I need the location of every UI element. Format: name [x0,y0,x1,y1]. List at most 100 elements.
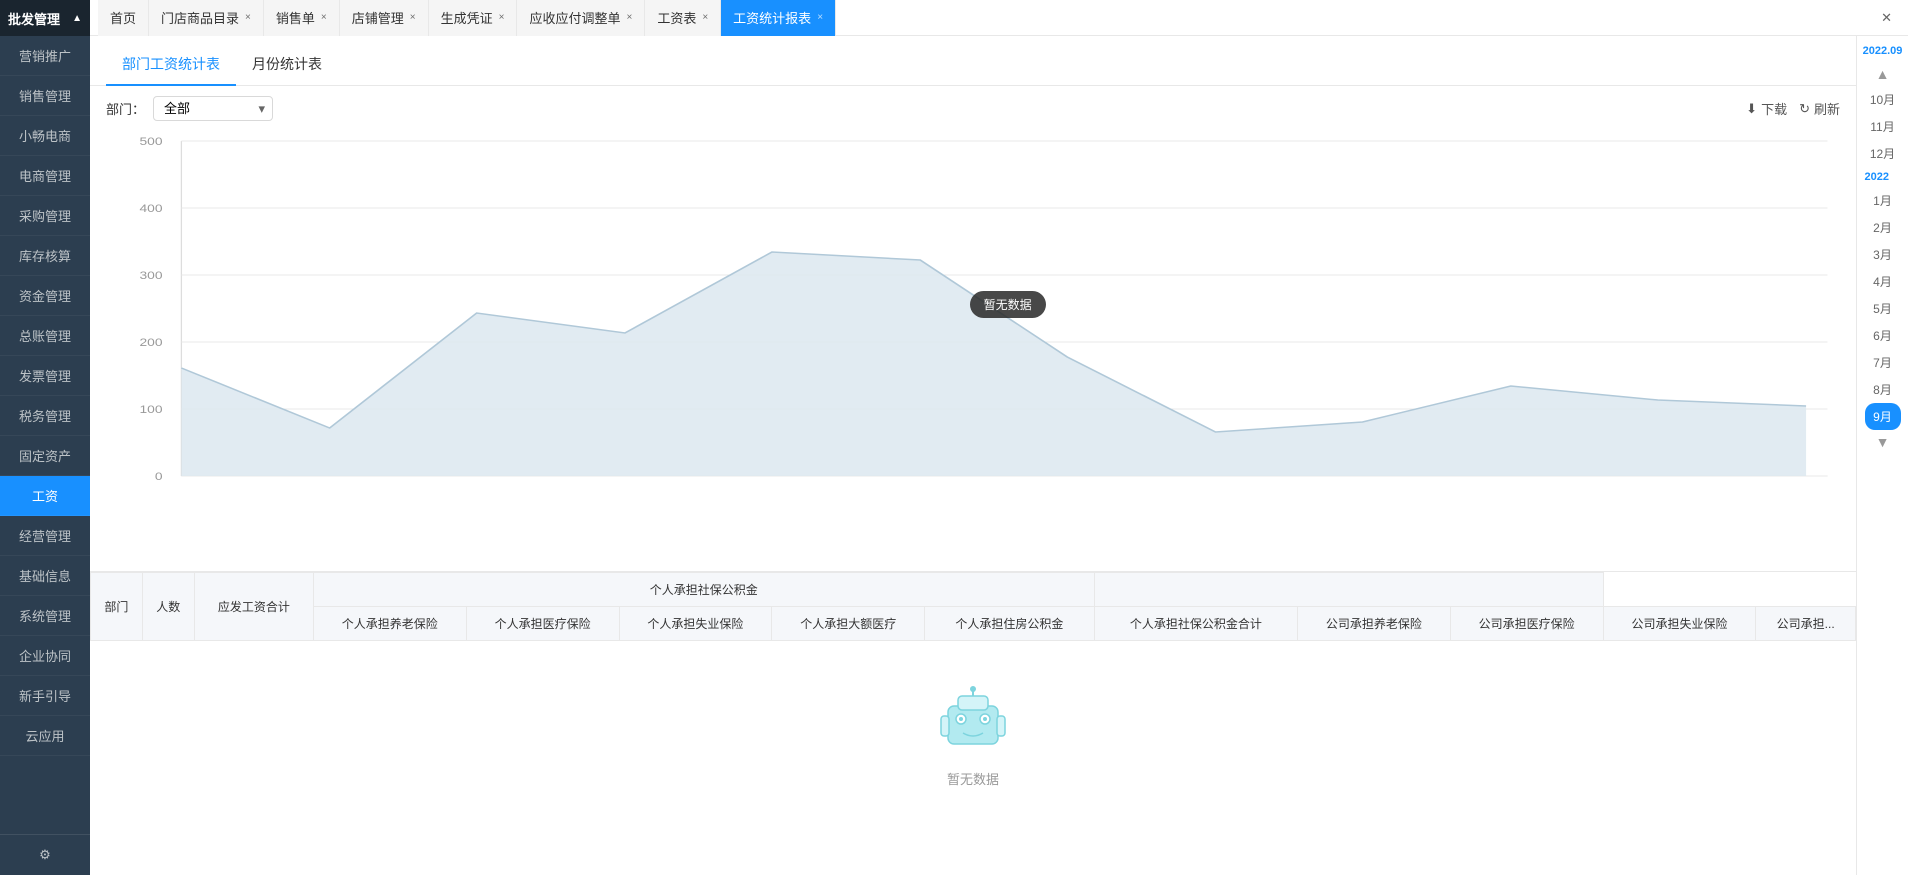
svg-text:100: 100 [139,403,162,415]
timeline-item-4[interactable]: 1月 [1865,187,1901,214]
sidebar-item-8[interactable]: 发票管理 [0,356,90,396]
sidebar-footer[interactable]: ⚙ [0,834,90,875]
sidebar-item-10[interactable]: 固定资产 [0,436,90,476]
tab-2[interactable]: 销售单× [264,0,340,36]
th-personal-housing-fund: 个人承担住房公积金 [925,607,1095,641]
toolbar-right: ⬇ 下载 ↻ 刷新 [1746,99,1840,118]
timeline-item-1[interactable]: 11月 [1865,113,1901,140]
timeline-item-2[interactable]: 12月 [1865,140,1901,167]
sidebar-item-12[interactable]: 经营管理 [0,516,90,556]
chart-area-fill [181,252,1806,476]
th-company-medical: 公司承担医疗保险 [1450,607,1603,641]
timeline-year-3: 2022 [1865,167,1901,187]
tab-3[interactable]: 店铺管理× [340,0,429,36]
sidebar-item-6[interactable]: 资金管理 [0,276,90,316]
tab-0[interactable]: 首页 [98,0,149,36]
chart-svg: 0 100 200 300 400 500 [106,131,1840,511]
close-all-icon: ✕ [1881,10,1892,26]
sidebar-item-14[interactable]: 系统管理 [0,596,90,636]
close-all-button[interactable]: ✕ [1873,6,1900,30]
timeline-item-5[interactable]: 2月 [1865,214,1901,241]
svg-text:500: 500 [139,135,162,147]
sidebar-items: 营销推广销售管理小畅电商电商管理采购管理库存核算资金管理总账管理发票管理税务管理… [0,36,90,756]
table-area[interactable]: 部门 人数 应发工资合计 个人承担社保公积金 个人承担养老保险 个人承担医疗保险… [90,571,1856,875]
sidebar-item-13[interactable]: 基础信息 [0,556,90,596]
table-head: 部门 人数 应发工资合计 个人承担社保公积金 个人承担养老保险 个人承担医疗保险… [91,573,1856,641]
tab-close-icon-2[interactable]: × [321,12,327,23]
timeline-item-9[interactable]: 6月 [1865,322,1901,349]
chart-area: 0 100 200 300 400 500 暂无数据 [90,131,1856,571]
th-personal-medical: 个人承担医疗保险 [466,607,619,641]
sidebar-item-7[interactable]: 总账管理 [0,316,90,356]
tab-5[interactable]: 应收应付调整单× [517,0,645,36]
sidebar-item-1[interactable]: 销售管理 [0,76,90,116]
sidebar-item-15[interactable]: 企业协同 [0,636,90,676]
timeline-panel: 2022.09 ▲ 10月11月12月20221月2月3月4月5月6月7月8月9… [1856,36,1908,875]
data-table: 部门 人数 应发工资合计 个人承担社保公积金 个人承担养老保险 个人承担医疗保险… [90,572,1856,641]
timeline-items: 10月11月12月20221月2月3月4月5月6月7月8月9月 [1865,86,1901,430]
timeline-item-7[interactable]: 4月 [1865,268,1901,295]
th-count: 人数 [142,573,194,641]
tab-close-icon-3[interactable]: × [410,12,416,23]
th-company-pension: 公司承担养老保险 [1297,607,1450,641]
sidebar-item-17[interactable]: 云应用 [0,716,90,756]
download-button[interactable]: ⬇ 下载 [1746,99,1787,118]
th-personal-total: 个人承担社保公积金合计 [1094,607,1297,641]
timeline-item-11[interactable]: 8月 [1865,376,1901,403]
sub-tab-month[interactable]: 月份统计表 [236,48,338,86]
refresh-icon: ↻ [1799,101,1810,117]
dept-select[interactable]: 全部 [153,96,273,121]
gear-icon: ⚙ [39,847,51,862]
th-personal-pension: 个人承担养老保险 [313,607,466,641]
sidebar-item-16[interactable]: 新手引导 [0,676,90,716]
th-company-more: 公司承担... [1756,607,1856,641]
tab-7[interactable]: 工资统计报表× [721,0,836,36]
tab-close-icon-5[interactable]: × [626,12,632,23]
th-dept: 部门 [91,573,143,641]
download-icon: ⬇ [1746,101,1757,117]
timeline-item-6[interactable]: 3月 [1865,241,1901,268]
sub-tab-dept[interactable]: 部门工资统计表 [106,48,236,86]
sidebar-item-5[interactable]: 库存核算 [0,236,90,276]
toolbar-left: 部门： 全部 [106,96,273,121]
tab-4[interactable]: 生成凭证× [429,0,518,36]
timeline-up-nav[interactable]: ▲ [1872,62,1894,86]
sidebar-item-0[interactable]: 营销推广 [0,36,90,76]
table-header-row2: 个人承担养老保险 个人承担医疗保险 个人承担失业保险 个人承担大额医疗 个人承担… [91,607,1856,641]
no-data-text: 暂无数据 [947,769,999,788]
page: 部门工资统计表 月份统计表 部门： 全部 ⬇ 下载 [90,36,1856,875]
sidebar-title: 批发管理 [8,9,60,28]
timeline-top-label: 2022.09 [1857,40,1908,62]
timeline-down-nav[interactable]: ▼ [1872,430,1894,454]
sidebar-collapse-icon: ▲ [72,13,82,24]
th-personal-major-medical: 个人承担大额医疗 [772,607,925,641]
th-personal-insurance-group: 个人承担社保公积金 [313,573,1094,607]
tab-close-icon-1[interactable]: × [245,12,251,23]
sidebar-item-2[interactable]: 小畅电商 [0,116,90,156]
no-data-container: 暂无数据 [90,641,1856,808]
tab-close-icon-4[interactable]: × [499,12,505,23]
tab-items: 首页门店商品目录×销售单×店铺管理×生成凭证×应收应付调整单×工资表×工资统计报… [98,0,1873,36]
tab-6[interactable]: 工资表× [645,0,721,36]
sidebar-item-4[interactable]: 采购管理 [0,196,90,236]
dept-select-wrapper: 全部 [153,96,273,121]
sidebar-item-3[interactable]: 电商管理 [0,156,90,196]
svg-text:300: 300 [139,269,162,281]
timeline-item-12[interactable]: 9月 [1865,403,1901,430]
content-area: 部门工资统计表 月份统计表 部门： 全部 ⬇ 下载 [90,36,1908,875]
main-area: 首页门店商品目录×销售单×店铺管理×生成凭证×应收应付调整单×工资表×工资统计报… [90,0,1908,875]
sidebar-item-9[interactable]: 税务管理 [0,396,90,436]
svg-text:0: 0 [155,470,163,482]
tab-1[interactable]: 门店商品目录× [149,0,264,36]
sidebar-header[interactable]: 批发管理 ▲ [0,0,90,36]
tab-close-icon-6[interactable]: × [702,12,708,23]
timeline-item-8[interactable]: 5月 [1865,295,1901,322]
table-header-row1: 部门 人数 应发工资合计 个人承担社保公积金 [91,573,1856,607]
sidebar-item-11[interactable]: 工资 [0,476,90,516]
refresh-button[interactable]: ↻ 刷新 [1799,99,1840,118]
timeline-item-0[interactable]: 10月 [1865,86,1901,113]
timeline-item-10[interactable]: 7月 [1865,349,1901,376]
tab-bar: 首页门店商品目录×销售单×店铺管理×生成凭证×应收应付调整单×工资表×工资统计报… [90,0,1908,36]
tab-close-icon-7[interactable]: × [817,12,823,23]
svg-text:200: 200 [139,336,162,348]
